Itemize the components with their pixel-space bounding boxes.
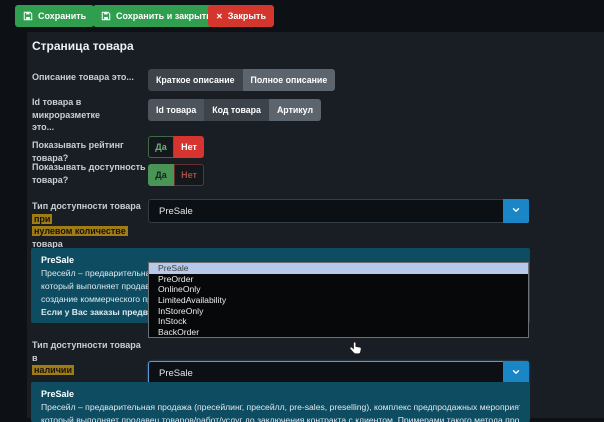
show-availability-label: Показывать доступность товара? xyxy=(32,162,146,185)
show-availability-toggle: Да Нет xyxy=(148,164,204,186)
availability-zero-select[interactable]: PreSale xyxy=(148,199,529,223)
option-article[interactable]: Артикул xyxy=(268,99,322,121)
highlight-zero-quantity: нулевом количестве xyxy=(32,226,128,236)
availability-stock-select-value: PreSale xyxy=(159,367,193,379)
mouse-pointer-cursor xyxy=(349,341,363,362)
availability-zero-select-chevron-button[interactable] xyxy=(503,199,529,223)
save-icon xyxy=(101,11,111,21)
option-product-code[interactable]: Код товара xyxy=(204,99,269,121)
chevron-down-icon xyxy=(511,202,521,220)
microdata-id-label: Id товара в микроразметке это... xyxy=(32,97,101,132)
dropdown-option-limitedavailability[interactable]: LimitedAvailability xyxy=(149,295,528,306)
save-button-label: Сохранить xyxy=(38,11,87,21)
highlight-in-stock: наличии xyxy=(32,365,74,375)
microdata-id-group: Id товара Код товара Артикул xyxy=(148,99,322,121)
option-short-description[interactable]: Краткое описание xyxy=(148,69,243,91)
description-type-group: Краткое описание Полное описание xyxy=(148,69,336,91)
availability-zero-select-value: PreSale xyxy=(159,205,193,217)
save-and-close-button-label: Сохранить и закрыть xyxy=(116,11,212,21)
availability-dropdown-list: PreSale PreOrder OnlineOnly LimitedAvail… xyxy=(148,262,529,338)
description-type-label: Описание товара это... xyxy=(32,72,134,82)
close-button[interactable]: ✕ Закрыть xyxy=(208,5,274,27)
presale-info-box-bottom: PreSale Пресейл – предварительная продаж… xyxy=(31,382,530,422)
save-and-close-button[interactable]: Сохранить и закрыть xyxy=(93,5,220,27)
show-rating-toggle: Да Нет xyxy=(148,136,204,158)
highlight-pri: при xyxy=(32,213,53,224)
availability-no-button[interactable]: Нет xyxy=(174,164,204,186)
availability-zero-label: Тип доступности товара при нулевом колич… xyxy=(32,201,141,249)
info-bottom-title: PreSale xyxy=(41,389,75,399)
rating-yes-button[interactable]: Да xyxy=(148,136,174,158)
page-title: Страница товара xyxy=(32,39,134,53)
toolbar: Сохранить Сохранить и закрыть ✕ Закрыть xyxy=(0,0,604,32)
dropdown-option-instock[interactable]: InStock xyxy=(149,316,528,327)
option-product-id[interactable]: Id товара xyxy=(148,99,205,121)
save-icon xyxy=(23,11,33,21)
dropdown-option-preorder[interactable]: PreOrder xyxy=(149,274,528,285)
dropdown-option-presale[interactable]: PreSale xyxy=(149,263,528,274)
close-icon: ✕ xyxy=(216,11,223,21)
option-full-description[interactable]: Полное описание xyxy=(242,69,336,91)
dropdown-option-onlineonly[interactable]: OnlineOnly xyxy=(149,284,528,295)
dropdown-option-instoreonly[interactable]: InStoreOnly xyxy=(149,305,528,316)
close-button-label: Закрыть xyxy=(227,11,266,21)
dropdown-option-backorder[interactable]: BackOrder xyxy=(149,326,528,337)
save-button[interactable]: Сохранить xyxy=(15,5,95,27)
availability-stock-label: Тип доступности товара в наличии xyxy=(32,340,141,375)
rating-no-button[interactable]: Нет xyxy=(174,136,204,158)
availability-yes-button[interactable]: Да xyxy=(148,164,174,186)
chevron-down-icon xyxy=(511,364,521,382)
